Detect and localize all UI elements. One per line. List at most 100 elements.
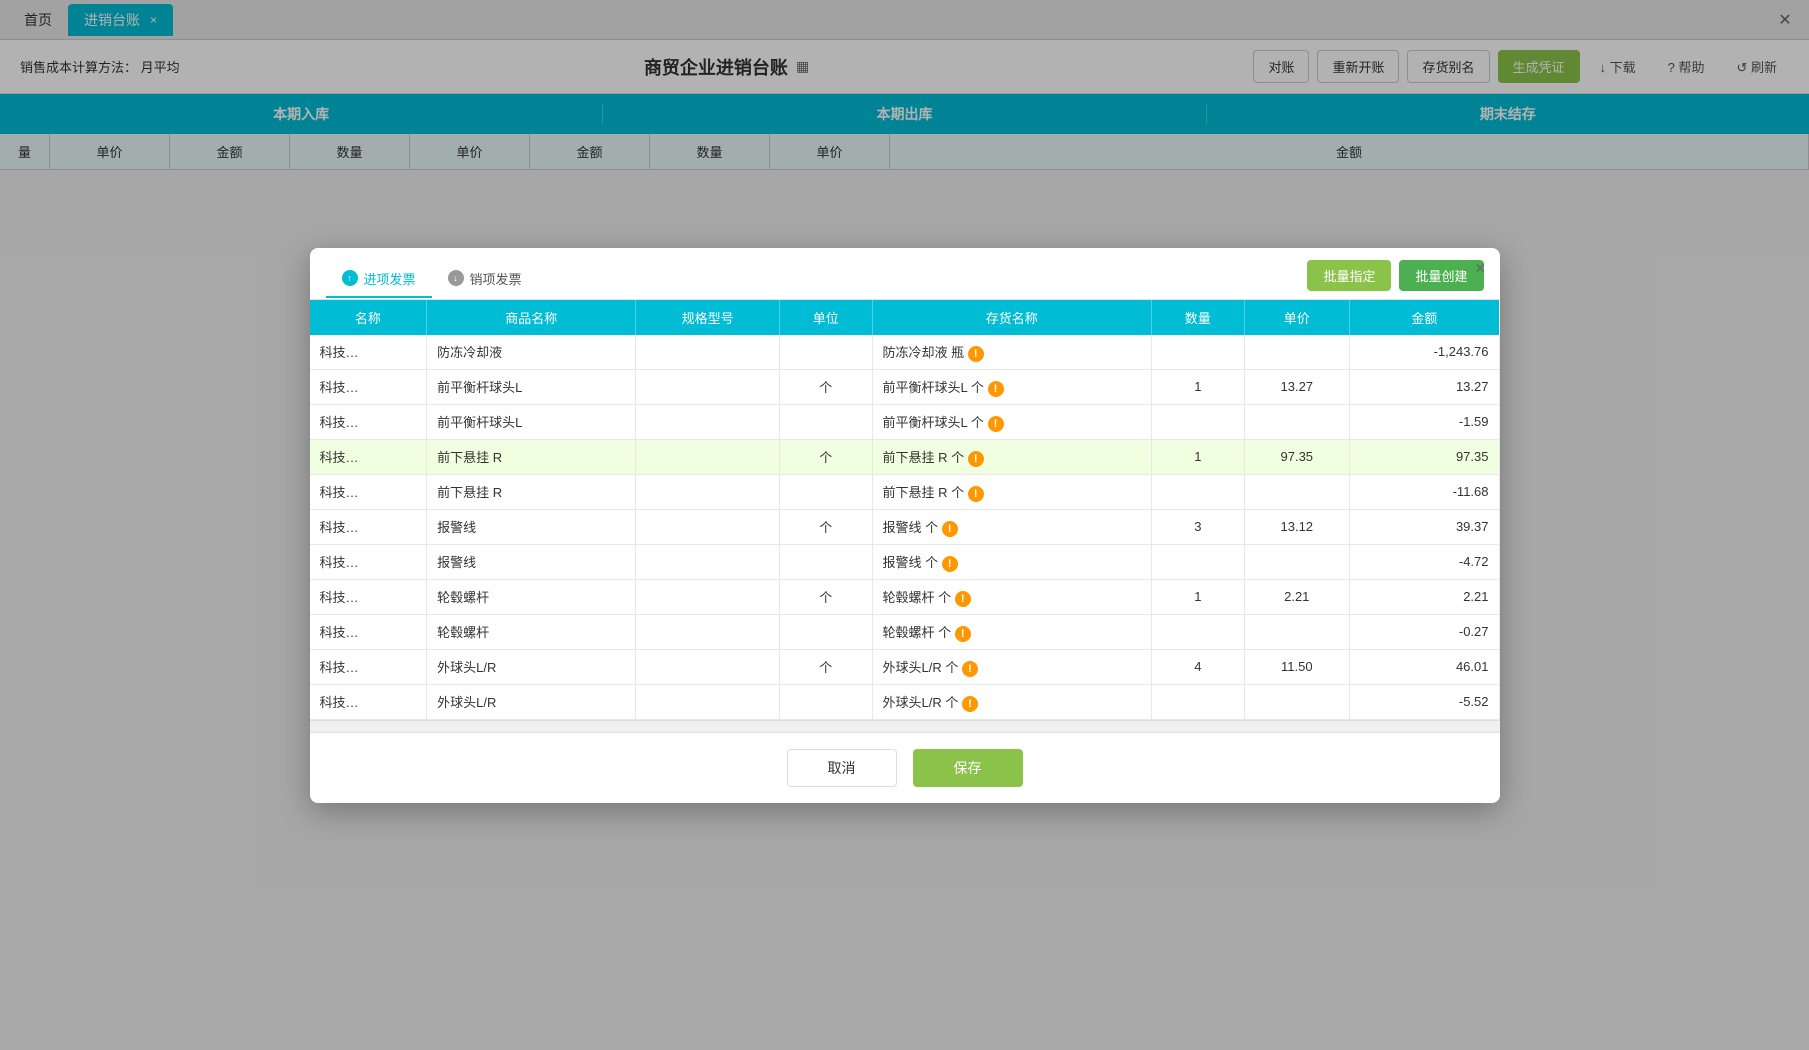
cell-unit: 个	[779, 439, 872, 474]
cell-spec	[636, 369, 780, 404]
modal-overlay: ↑ 进项发票 ↓ 销项发票 批量指定 批量创建 × 名称	[0, 0, 1809, 1050]
warning-icon: !	[968, 451, 984, 467]
modal-close-button[interactable]: ×	[1475, 258, 1486, 279]
batch-create-button[interactable]: 批量创建	[1399, 260, 1483, 291]
cell-product: 报警线	[427, 544, 636, 579]
cell-unit-price	[1244, 335, 1349, 370]
cell-quantity: 1	[1152, 369, 1245, 404]
cell-inventory: 前下悬挂 R 个 !	[872, 474, 1152, 509]
cell-amount: 46.01	[1349, 649, 1499, 684]
cell-inventory: 前平衡杆球头L 个 !	[872, 369, 1152, 404]
cell-amount: 97.35	[1349, 439, 1499, 474]
cell-inventory: 外球头L/R 个 !	[872, 684, 1152, 719]
save-button[interactable]: 保存	[913, 749, 1023, 787]
cell-company: 科技…	[310, 579, 427, 614]
cell-product: 外球头L/R	[427, 684, 636, 719]
tab-purchase-invoice[interactable]: ↑ 进项发票	[326, 261, 432, 298]
cell-amount: -4.72	[1349, 544, 1499, 579]
cell-unit	[779, 474, 872, 509]
cell-product: 前下悬挂 R	[427, 439, 636, 474]
batch-designate-button[interactable]: 批量指定	[1307, 260, 1391, 291]
cell-unit-price: 11.50	[1244, 649, 1349, 684]
table-row[interactable]: 科技… 报警线 个 报警线 个 ! 3 13.12 39.37	[310, 509, 1500, 544]
cell-company: 科技…	[310, 684, 427, 719]
cell-unit-price	[1244, 404, 1349, 439]
cell-spec	[636, 544, 780, 579]
warning-icon: !	[955, 626, 971, 642]
cell-quantity	[1152, 614, 1245, 649]
cell-amount: -11.68	[1349, 474, 1499, 509]
table-row[interactable]: 科技… 外球头L/R 外球头L/R 个 ! -5.52	[310, 684, 1500, 719]
table-row[interactable]: 科技… 外球头L/R 个 外球头L/R 个 ! 4 11.50 46.01	[310, 649, 1500, 684]
sales-tab-icon: ↓	[448, 270, 464, 286]
cell-unit	[779, 684, 872, 719]
warning-icon: !	[955, 591, 971, 607]
cell-inventory: 外球头L/R 个 !	[872, 649, 1152, 684]
th-inventory: 存货名称	[872, 300, 1152, 335]
cell-quantity: 4	[1152, 649, 1245, 684]
cell-spec	[636, 474, 780, 509]
cell-product: 前下悬挂 R	[427, 474, 636, 509]
cell-quantity	[1152, 544, 1245, 579]
cell-amount: 2.21	[1349, 579, 1499, 614]
cell-company: 科技…	[310, 544, 427, 579]
cell-unit-price	[1244, 544, 1349, 579]
table-row[interactable]: 科技… 前平衡杆球头L 前平衡杆球头L 个 ! -1.59	[310, 404, 1500, 439]
warning-icon: !	[942, 556, 958, 572]
th-company: 名称	[310, 300, 427, 335]
table-body: 科技… 防冻冷却液 防冻冷却液 瓶 ! -1,243.76 科技… 前平衡杆球头…	[310, 335, 1500, 720]
cell-spec	[636, 404, 780, 439]
cell-unit: 个	[779, 579, 872, 614]
modal-header-actions: 批量指定 批量创建	[1307, 260, 1483, 299]
cell-quantity: 1	[1152, 439, 1245, 474]
cell-spec	[636, 614, 780, 649]
cell-amount: 13.27	[1349, 369, 1499, 404]
cell-unit	[779, 544, 872, 579]
cell-product: 前平衡杆球头L	[427, 404, 636, 439]
table-row[interactable]: 科技… 轮毂螺杆 轮毂螺杆 个 ! -0.27	[310, 614, 1500, 649]
table-row[interactable]: 科技… 报警线 报警线 个 ! -4.72	[310, 544, 1500, 579]
cell-inventory: 报警线 个 !	[872, 509, 1152, 544]
th-product: 商品名称	[427, 300, 636, 335]
cell-amount: -5.52	[1349, 684, 1499, 719]
cell-company: 科技…	[310, 404, 427, 439]
table-row[interactable]: 科技… 前下悬挂 R 个 前下悬挂 R 个 ! 1 97.35 97.35	[310, 439, 1500, 474]
tab-sales-invoice[interactable]: ↓ 销项发票	[432, 261, 538, 298]
cell-product: 防冻冷却液	[427, 335, 636, 370]
cancel-button[interactable]: 取消	[787, 749, 897, 787]
warning-icon: !	[988, 381, 1004, 397]
cell-unit-price: 13.12	[1244, 509, 1349, 544]
cell-spec	[636, 579, 780, 614]
cell-unit-price	[1244, 684, 1349, 719]
cell-quantity	[1152, 404, 1245, 439]
cell-amount: -1,243.76	[1349, 335, 1499, 370]
table-row[interactable]: 科技… 前下悬挂 R 前下悬挂 R 个 ! -11.68	[310, 474, 1500, 509]
th-spec: 规格型号	[636, 300, 780, 335]
cell-unit	[779, 614, 872, 649]
cell-unit: 个	[779, 509, 872, 544]
cell-amount: 39.37	[1349, 509, 1499, 544]
cell-company: 科技…	[310, 335, 427, 370]
warning-icon: !	[988, 416, 1004, 432]
modal-header: ↑ 进项发票 ↓ 销项发票 批量指定 批量创建 ×	[310, 248, 1500, 300]
cell-unit-price	[1244, 614, 1349, 649]
cell-unit-price	[1244, 474, 1349, 509]
cell-unit	[779, 335, 872, 370]
cell-inventory: 前平衡杆球头L 个 !	[872, 404, 1152, 439]
horizontal-scrollbar[interactable]	[310, 720, 1500, 732]
cell-product: 前平衡杆球头L	[427, 369, 636, 404]
invoice-table: 名称 商品名称 规格型号 单位 存货名称 数量 单价 金额 科技… 防冻冷却液	[310, 300, 1500, 720]
table-row[interactable]: 科技… 防冻冷却液 防冻冷却液 瓶 ! -1,243.76	[310, 335, 1500, 370]
cell-product: 轮毂螺杆	[427, 614, 636, 649]
cell-company: 科技…	[310, 614, 427, 649]
cell-spec	[636, 335, 780, 370]
tab-purchase-label: 进项发票	[364, 269, 416, 288]
tab-sales-label: 销项发票	[470, 269, 522, 288]
table-row[interactable]: 科技… 前平衡杆球头L 个 前平衡杆球头L 个 ! 1 13.27 13.27	[310, 369, 1500, 404]
modal-table[interactable]: 名称 商品名称 规格型号 单位 存货名称 数量 单价 金额 科技… 防冻冷却液	[310, 300, 1500, 720]
cell-unit: 个	[779, 649, 872, 684]
cell-company: 科技…	[310, 649, 427, 684]
table-row[interactable]: 科技… 轮毂螺杆 个 轮毂螺杆 个 ! 1 2.21 2.21	[310, 579, 1500, 614]
cell-spec	[636, 684, 780, 719]
cell-company: 科技…	[310, 439, 427, 474]
